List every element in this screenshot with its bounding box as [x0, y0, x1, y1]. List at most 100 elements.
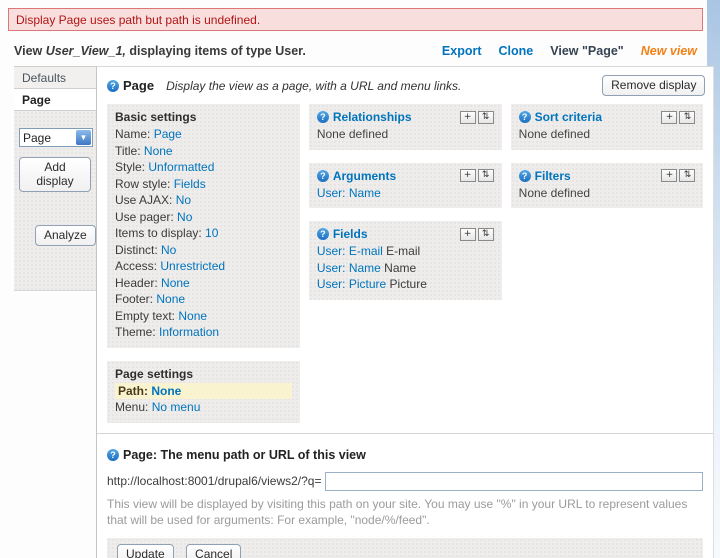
view-summary: View User_View_1, displaying items of ty… [14, 44, 306, 58]
page-settings-box: Page settings Path: None Menu: No menu [107, 360, 300, 423]
setting-value-link[interactable]: None [156, 292, 185, 306]
setting-row: Use pager: No [115, 209, 292, 226]
setting-value-link[interactable]: No [161, 243, 176, 257]
setting-label: Name: [115, 127, 154, 141]
path-help-text: This view will be displayed by visiting … [107, 496, 688, 528]
setting-value-link[interactable]: None [144, 144, 173, 158]
form-actions: Update Cancel [107, 537, 704, 558]
add-icon[interactable]: + [661, 169, 678, 182]
argument-link[interactable]: User: Name [317, 186, 381, 200]
help-icon[interactable]: ? [316, 111, 329, 123]
setting-value-link[interactable]: No [176, 193, 191, 207]
filters-title-link[interactable]: Filters [535, 169, 662, 183]
display-type-select-value: Page [23, 130, 52, 145]
rearrange-icon[interactable]: ⇅ [477, 110, 494, 124]
setting-row: Use AJAX: No [115, 192, 292, 209]
setting-label: Footer: [115, 292, 157, 306]
setting-row: Items to display: 10 [115, 225, 292, 242]
path-setting-value-link[interactable]: None [151, 384, 181, 398]
field-row: User: Name Name [317, 260, 494, 277]
setting-value-link[interactable]: Unrestricted [160, 259, 225, 273]
help-icon[interactable]: ? [107, 448, 119, 461]
path-form-title: Page: The menu path or URL of this view [123, 447, 366, 462]
argument-row: User: Name [317, 185, 494, 202]
page-settings-title: Page settings [115, 366, 194, 381]
help-icon[interactable]: ? [107, 79, 119, 92]
display-controls-panel: Page ▼ Add display Analyze [14, 110, 96, 291]
setting-label: Items to display: [115, 226, 206, 240]
add-icon[interactable]: + [661, 110, 678, 124]
basic-settings-column: Basic settings Name: Page Title: None St… [107, 104, 300, 423]
arguments-box: ? Arguments + ⇅ User: Name [308, 162, 502, 208]
add-icon[interactable]: + [459, 110, 476, 124]
help-icon[interactable]: ? [518, 169, 531, 182]
relationships-title-link[interactable]: Relationships [333, 110, 460, 124]
setting-row: Access: Unrestricted [115, 258, 292, 275]
add-display-button[interactable]: Add display [19, 157, 91, 192]
field-link[interactable]: User: Name [317, 261, 381, 275]
arguments-title-link[interactable]: Arguments [333, 169, 460, 183]
rearrange-icon[interactable]: ⇅ [477, 169, 494, 182]
filters-box: ? Filters + ⇅ None defined [510, 162, 704, 208]
new-view-link[interactable]: New view [641, 44, 697, 58]
sort-criteria-title-link[interactable]: Sort criteria [535, 110, 662, 124]
menu-setting-label: Menu: [115, 400, 152, 414]
setting-row: Title: None [115, 143, 292, 160]
setting-label: Theme: [115, 325, 160, 339]
setting-value-link[interactable]: Fields [174, 177, 206, 191]
path-input[interactable] [325, 471, 704, 491]
views-ui: Defaults Page Page ▼ Add display Analyze… [14, 66, 715, 558]
basic-settings-title: Basic settings [115, 110, 197, 124]
view-name: User_View_1, [45, 44, 126, 58]
fields-title-link[interactable]: Fields [333, 227, 460, 241]
rearrange-icon[interactable]: ⇅ [477, 227, 494, 241]
page-settings-header: Page settings [115, 367, 292, 381]
fields-box: ? Fields + ⇅ User: E-mail E-mail User: N… [308, 221, 502, 300]
setting-row: Distinct: No [115, 242, 292, 259]
add-icon[interactable]: + [459, 169, 476, 182]
url-prefix: http://localhost:8001/drupal6/views2/?q= [107, 474, 322, 488]
error-message: Display Page uses path but path is undef… [8, 8, 703, 31]
tab-defaults[interactable]: Defaults [14, 66, 96, 88]
update-button[interactable]: Update [117, 543, 174, 558]
field-row: User: Picture Picture [317, 276, 494, 293]
setting-value-link[interactable]: 10 [205, 226, 218, 240]
remove-display-button[interactable]: Remove display [602, 75, 706, 96]
add-icon[interactable]: + [459, 227, 476, 241]
setting-value-link[interactable]: None [161, 276, 190, 290]
setting-row: Row style: Fields [115, 176, 292, 193]
setting-value-link[interactable]: Unformatted [148, 160, 214, 174]
clone-link[interactable]: Clone [499, 44, 534, 58]
tab-page[interactable]: Page [14, 88, 96, 110]
rearrange-icon[interactable]: ⇅ [679, 110, 696, 124]
path-input-row: http://localhost:8001/drupal6/views2/?q= [107, 471, 704, 491]
help-icon[interactable]: ? [316, 169, 329, 182]
setting-value-link[interactable]: Information [159, 325, 219, 339]
right-column: ? Sort criteria + ⇅ None defined ? Filte… [510, 104, 704, 208]
setting-row: Empty text: None [115, 308, 292, 325]
setting-value-link[interactable]: None [178, 309, 207, 323]
display-type-select[interactable]: Page ▼ [19, 128, 93, 147]
menu-setting-value-link[interactable]: No menu [152, 400, 201, 414]
view-page-link[interactable]: View "Page" [550, 44, 623, 58]
setting-row: Footer: None [115, 291, 292, 308]
help-icon[interactable]: ? [316, 228, 329, 240]
analyze-button[interactable]: Analyze [35, 225, 96, 246]
path-form-title-row: ? Page: The menu path or URL of this vie… [107, 448, 703, 462]
export-link[interactable]: Export [442, 44, 482, 58]
rearrange-icon[interactable]: ⇅ [679, 169, 696, 182]
display-description: Display the view as a page, with a URL a… [166, 78, 462, 93]
fields-list: User: E-mail E-mail User: Name Name User… [317, 243, 494, 293]
help-icon[interactable]: ? [518, 111, 531, 123]
setting-row: Style: Unformatted [115, 159, 292, 176]
display-tabs-column: Defaults Page Page ▼ Add display Analyze [14, 66, 96, 558]
field-link[interactable]: User: Picture [317, 277, 386, 291]
setting-value-link[interactable]: No [177, 210, 192, 224]
setting-label: Title: [115, 143, 144, 158]
setting-row: Header: None [115, 275, 292, 292]
sort-criteria-box: ? Sort criteria + ⇅ None defined [510, 104, 704, 150]
field-link[interactable]: User: E-mail [317, 244, 383, 258]
cancel-button[interactable]: Cancel [186, 543, 242, 558]
setting-value-link[interactable]: Page [154, 127, 182, 141]
sort-criteria-empty-text: None defined [518, 127, 591, 141]
